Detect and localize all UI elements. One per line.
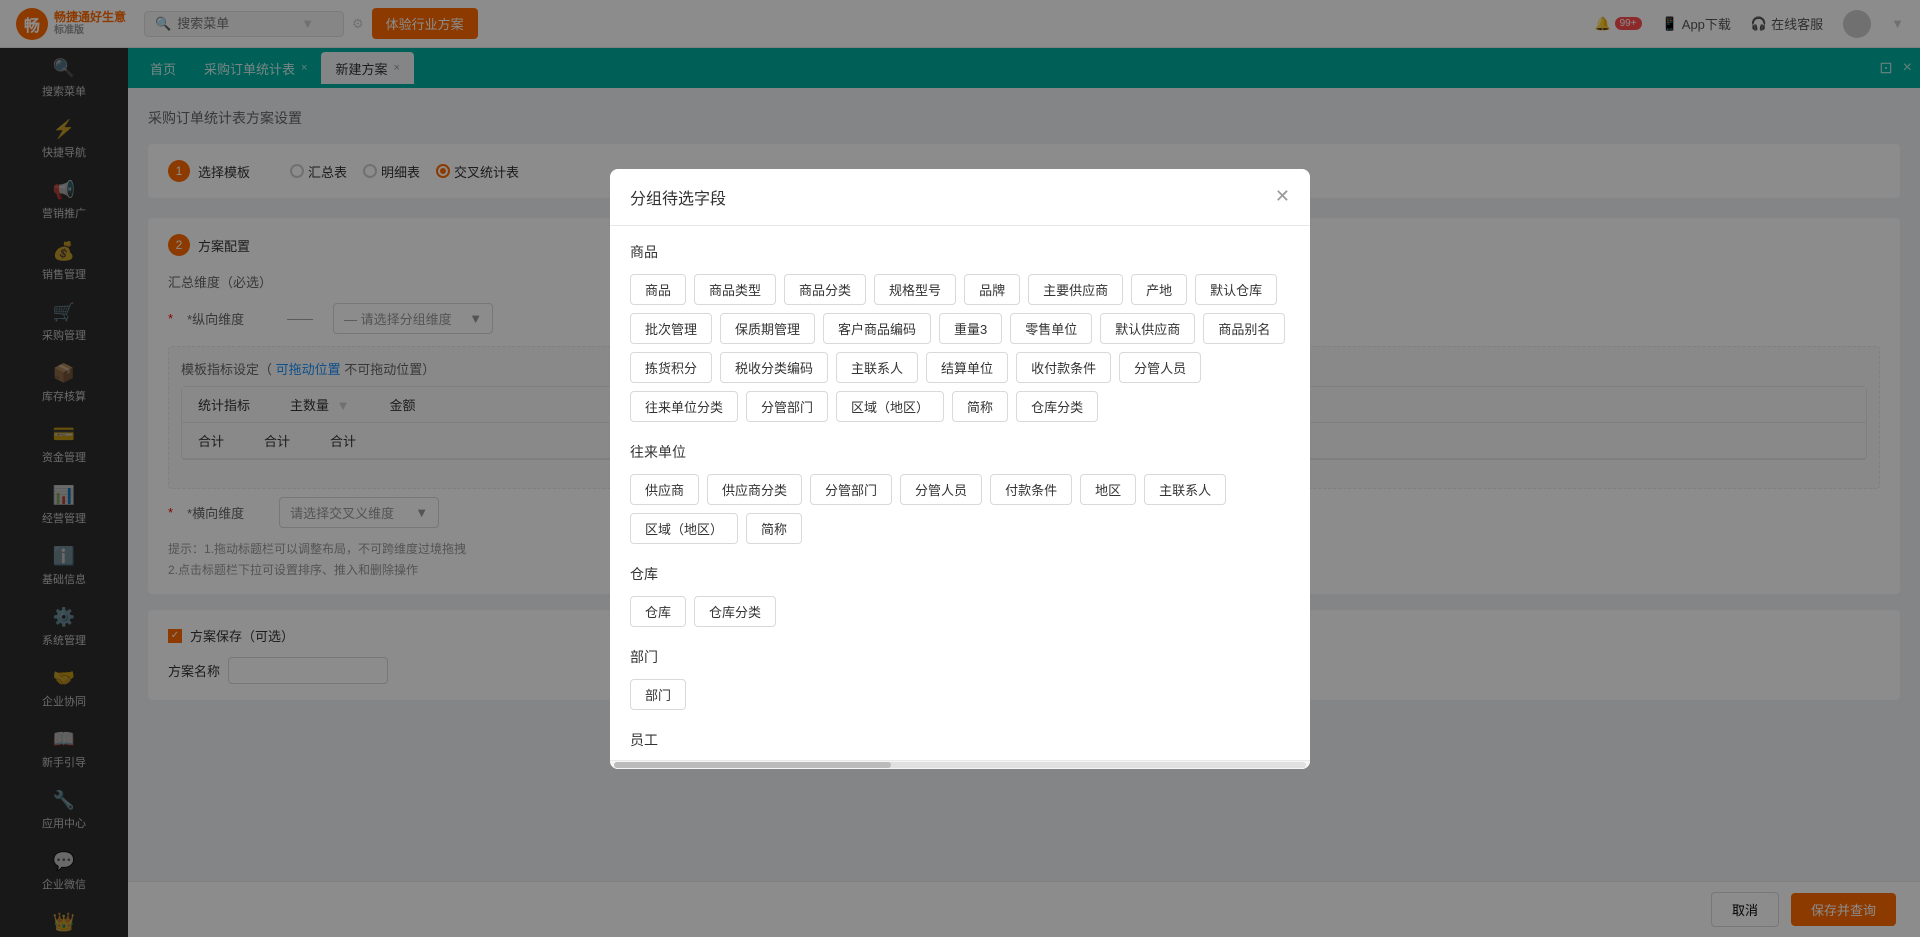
tag-spec-model[interactable]: 规格型号: [874, 274, 956, 305]
tag-customer-code[interactable]: 客户商品编码: [823, 313, 931, 344]
tag-warehouse-category[interactable]: 仓库分类: [694, 596, 776, 627]
tag-partner-region[interactable]: 区域（地区）: [630, 513, 738, 544]
tag-partner-category[interactable]: 往来单位分类: [630, 391, 738, 422]
modal: 分组待选字段 ✕ 商品 商品 商品类型 商品分类 规格型号 品牌 主要供应商 产…: [610, 169, 1310, 769]
tag-product-category[interactable]: 商品分类: [784, 274, 866, 305]
tag-pay-condition[interactable]: 付款条件: [990, 474, 1072, 505]
tag-main-supplier[interactable]: 主要供应商: [1028, 274, 1123, 305]
section-employee: 员工 业务员: [630, 730, 1290, 760]
tag-product[interactable]: 商品: [630, 274, 686, 305]
tag-weight3[interactable]: 重量3: [939, 313, 1002, 344]
section-product-tags: 商品 商品类型 商品分类 规格型号 品牌 主要供应商 产地 默认仓库 批次管理 …: [630, 274, 1290, 422]
tag-tax-code[interactable]: 税收分类编码: [720, 352, 828, 383]
section-dept-title: 部门: [630, 647, 1290, 667]
modal-overlay[interactable]: 分组待选字段 ✕ 商品 商品 商品类型 商品分类 规格型号 品牌 主要供应商 产…: [0, 0, 1920, 937]
section-dept-tags: 部门: [630, 679, 1290, 710]
modal-title: 分组待选字段: [630, 185, 726, 209]
tag-retail-unit[interactable]: 零售单位: [1010, 313, 1092, 344]
tag-supplier-cat[interactable]: 供应商分类: [707, 474, 802, 505]
section-partner-tags: 供应商 供应商分类 分管部门 分管人员 付款条件 地区 主联系人 区域（地区） …: [630, 474, 1290, 544]
section-warehouse-tags: 仓库 仓库分类: [630, 596, 1290, 627]
tag-product-type[interactable]: 商品类型: [694, 274, 776, 305]
tag-partner-dept[interactable]: 分管部门: [810, 474, 892, 505]
section-partner-title: 往来单位: [630, 442, 1290, 462]
tag-abbr[interactable]: 简称: [952, 391, 1008, 422]
tag-partner-manager[interactable]: 分管人员: [900, 474, 982, 505]
tag-partner-abbr[interactable]: 简称: [746, 513, 802, 544]
tag-origin[interactable]: 产地: [1131, 274, 1187, 305]
scrollbar-thumb[interactable]: [614, 762, 891, 768]
section-warehouse-title: 仓库: [630, 564, 1290, 584]
section-employee-title: 员工: [630, 730, 1290, 750]
scrollbar-track: [614, 762, 1306, 768]
tag-supplier[interactable]: 供应商: [630, 474, 699, 505]
tag-batch-mgmt[interactable]: 批次管理: [630, 313, 712, 344]
tag-area[interactable]: 地区: [1080, 474, 1136, 505]
section-partner: 往来单位 供应商 供应商分类 分管部门 分管人员 付款条件 地区 主联系人 区域…: [630, 442, 1290, 544]
tag-default-supplier[interactable]: 默认供应商: [1100, 313, 1195, 344]
tag-warehouse[interactable]: 仓库: [630, 596, 686, 627]
tag-dept[interactable]: 分管部门: [746, 391, 828, 422]
tag-manager[interactable]: 分管人员: [1119, 352, 1201, 383]
modal-header: 分组待选字段 ✕: [610, 169, 1310, 226]
section-department: 部门 部门: [630, 647, 1290, 710]
tag-warehouse-cat[interactable]: 仓库分类: [1016, 391, 1098, 422]
section-warehouse: 仓库 仓库 仓库分类: [630, 564, 1290, 627]
tag-brand[interactable]: 品牌: [964, 274, 1020, 305]
section-product-title: 商品: [630, 242, 1290, 262]
tag-region[interactable]: 区域（地区）: [836, 391, 944, 422]
modal-body: 商品 商品 商品类型 商品分类 规格型号 品牌 主要供应商 产地 默认仓库 批次…: [610, 226, 1310, 760]
tag-shelf-life[interactable]: 保质期管理: [720, 313, 815, 344]
tag-payment-terms[interactable]: 收付款条件: [1016, 352, 1111, 383]
modal-close-button[interactable]: ✕: [1275, 186, 1290, 207]
tag-default-warehouse[interactable]: 默认仓库: [1195, 274, 1277, 305]
tag-product-alias[interactable]: 商品别名: [1203, 313, 1285, 344]
tag-settle-unit[interactable]: 结算单位: [926, 352, 1008, 383]
tag-partner-contact[interactable]: 主联系人: [1144, 474, 1226, 505]
tag-pick-points[interactable]: 拣货积分: [630, 352, 712, 383]
modal-scrollbar[interactable]: [610, 760, 1310, 769]
tag-department[interactable]: 部门: [630, 679, 686, 710]
section-product: 商品 商品 商品类型 商品分类 规格型号 品牌 主要供应商 产地 默认仓库 批次…: [630, 242, 1290, 422]
tag-main-contact[interactable]: 主联系人: [836, 352, 918, 383]
